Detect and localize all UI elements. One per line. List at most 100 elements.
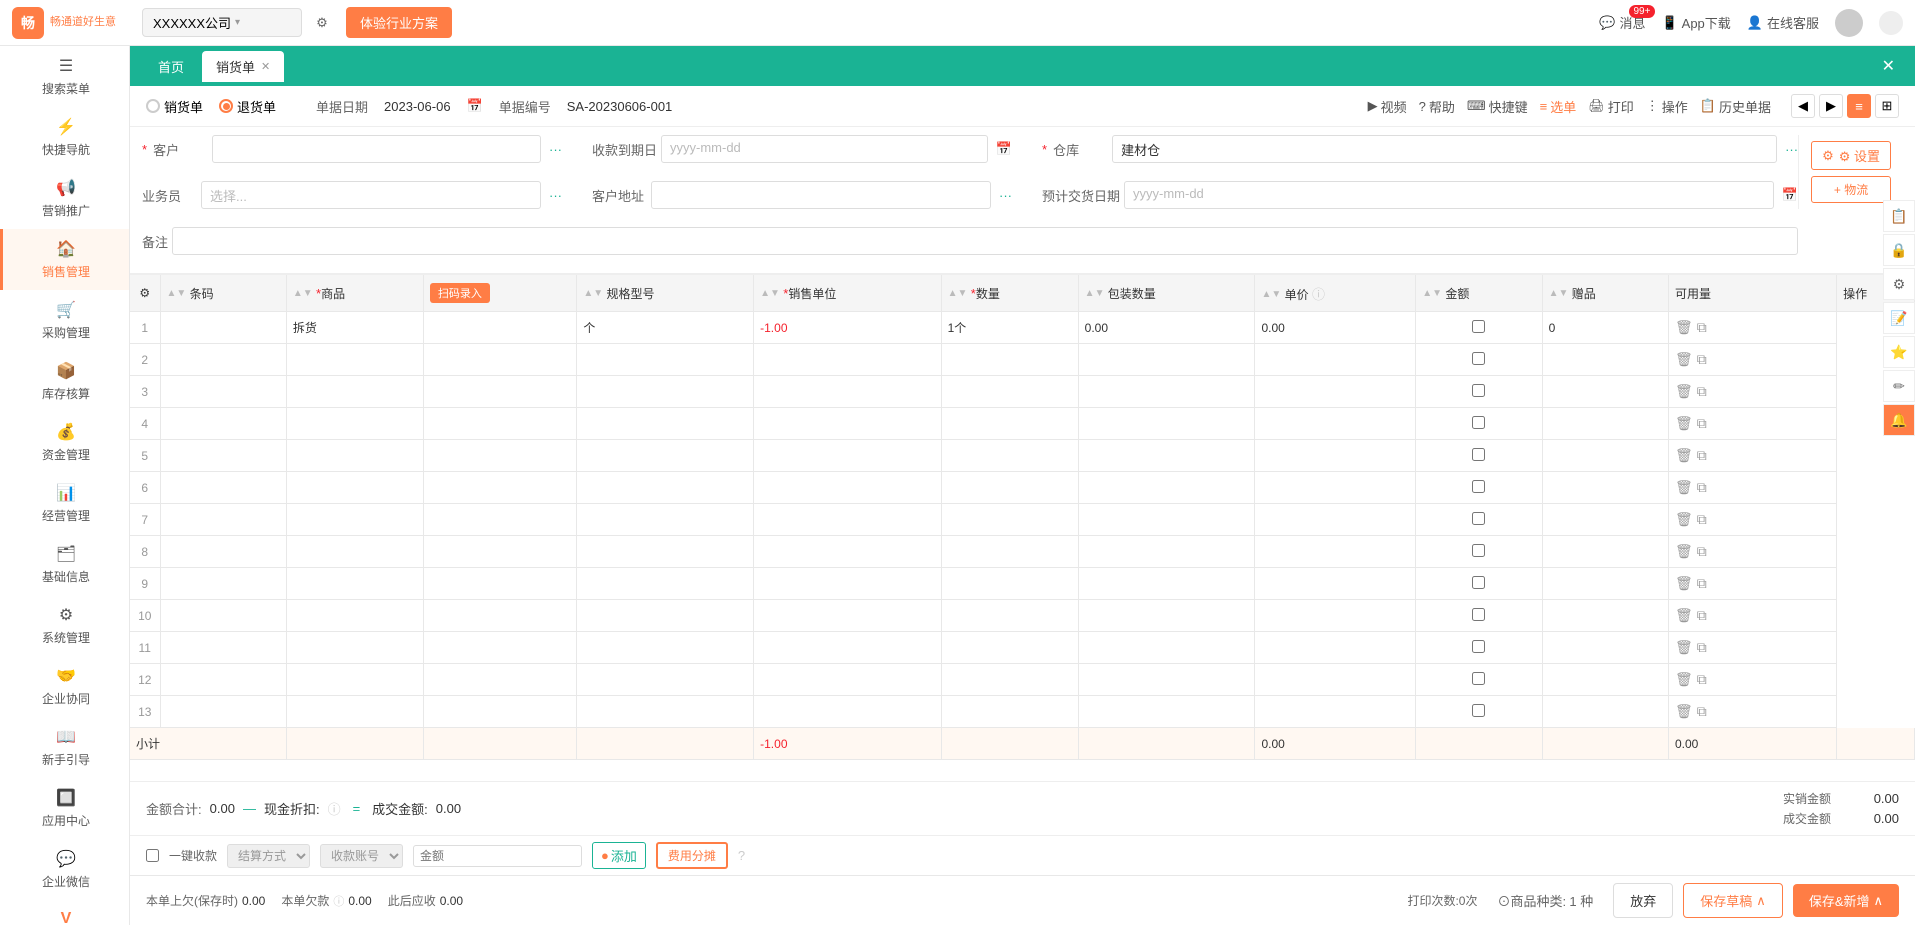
customer-input[interactable] xyxy=(212,135,541,163)
gift-checkbox[interactable] xyxy=(1472,576,1485,589)
delete-row-icon[interactable]: 🗑 xyxy=(1675,639,1693,656)
gift-cell[interactable] xyxy=(1416,312,1542,344)
customer-select-icon[interactable]: ··· xyxy=(549,142,562,157)
sidebar-item-inventory[interactable]: 📦 库存核算 xyxy=(0,351,129,412)
copy-row-icon[interactable]: ⧉ xyxy=(1697,703,1707,720)
float-clipboard-button[interactable]: 📋 xyxy=(1883,200,1915,232)
payment-account-select[interactable]: 收款账号 xyxy=(320,844,403,868)
copy-row-icon[interactable]: ⧉ xyxy=(1697,511,1707,528)
payment-method-select[interactable]: 结算方式 xyxy=(227,844,310,868)
copy-row-icon[interactable]: ⧉ xyxy=(1697,415,1707,432)
app-download-button[interactable]: 📱 App下载 xyxy=(1661,13,1730,32)
print-action[interactable]: 🖨 打印 xyxy=(1588,97,1634,116)
sort-amount-icon[interactable]: ▲▼ xyxy=(1422,289,1442,299)
one-click-payment-checkbox[interactable] xyxy=(146,849,159,862)
sidebar-item-system[interactable]: ⚙ 系统管理 xyxy=(0,595,129,656)
sidebar-item-finance[interactable]: 💰 资金管理 xyxy=(0,412,129,473)
copy-row-icon[interactable]: ⧉ xyxy=(1697,671,1707,688)
ops-action[interactable]: ⋮ 操作 xyxy=(1646,97,1688,116)
expense-help-icon[interactable]: ? xyxy=(738,848,745,863)
settings-button[interactable]: ⚙ ⚙ 设置 xyxy=(1811,141,1891,170)
gift-checkbox[interactable] xyxy=(1472,704,1485,717)
delete-row-icon[interactable]: 🗑 xyxy=(1675,703,1693,720)
sort-pkg-icon[interactable]: ▲▼ xyxy=(1085,289,1105,299)
spec-cell[interactable] xyxy=(423,312,576,344)
amount-cell[interactable]: 0.00 xyxy=(1255,312,1416,344)
payment-amount-input[interactable] xyxy=(413,845,582,867)
warehouse-select-icon[interactable]: ··· xyxy=(1785,142,1798,157)
close-all-tabs-button[interactable]: ✕ xyxy=(1882,56,1895,76)
sidebar-item-quick-nav[interactable]: ⚡ 快捷导航 xyxy=(0,107,129,168)
collection-date-calendar-icon[interactable]: 📅 xyxy=(996,141,1012,157)
delete-row-icon[interactable]: 🗑 xyxy=(1675,351,1693,368)
company-settings-icon[interactable]: ⚙ xyxy=(308,9,336,37)
tab-home[interactable]: 首页 xyxy=(142,49,200,84)
sort-product-icon[interactable]: ▲▼ xyxy=(293,289,313,299)
barcode-cell[interactable] xyxy=(160,312,286,344)
owe-info-icon[interactable]: ⓘ xyxy=(333,893,344,909)
delete-row-icon[interactable]: 🗑 xyxy=(1675,575,1693,592)
delete-row-icon[interactable]: 🗑 xyxy=(1675,447,1693,464)
float-lock-button[interactable]: 🔒 xyxy=(1883,234,1915,266)
copy-row-icon[interactable]: ⧉ xyxy=(1697,351,1707,368)
sidebar-item-operations[interactable]: 📊 经营管理 xyxy=(0,473,129,534)
radio-return-order[interactable]: 退货单 xyxy=(219,97,276,116)
gift-checkbox[interactable] xyxy=(1472,544,1485,557)
gift-checkbox[interactable] xyxy=(1472,480,1485,493)
sort-spec-icon[interactable]: ▲▼ xyxy=(583,289,603,299)
float-settings-button[interactable]: ⚙ xyxy=(1883,268,1915,300)
gift-checkbox[interactable] xyxy=(1472,320,1485,333)
sidebar-item-appstore[interactable]: 🔲 应用中心 xyxy=(0,778,129,839)
sidebar-item-sales[interactable]: 🏠 销售管理 xyxy=(0,229,129,290)
delete-row-icon[interactable]: 🗑 xyxy=(1675,479,1693,496)
sort-barcode-icon[interactable]: ▲▼ xyxy=(167,289,187,299)
sort-unit-icon[interactable]: ▲▼ xyxy=(760,289,780,299)
save-new-button[interactable]: 保存&新增 ∧ xyxy=(1793,884,1899,917)
gift-checkbox[interactable] xyxy=(1472,416,1485,429)
sort-qty-icon[interactable]: ▲▼ xyxy=(948,289,968,299)
radio-sales-order[interactable]: 销货单 xyxy=(146,97,203,116)
messages-button[interactable]: 💬 消息 99+ xyxy=(1599,13,1645,32)
sidebar-item-guide[interactable]: 📖 新手引导 xyxy=(0,717,129,778)
gift-checkbox[interactable] xyxy=(1472,512,1485,525)
shortcut-action[interactable]: ⌨ 快捷键 xyxy=(1467,97,1528,116)
online-service-button[interactable]: 👤 在线客服 xyxy=(1747,13,1819,32)
video-action[interactable]: ▶ 视频 xyxy=(1368,97,1407,116)
salesperson-input[interactable]: 选择... xyxy=(201,181,541,209)
gift-checkbox[interactable] xyxy=(1472,672,1485,685)
add-payment-button[interactable]: ● 添加 xyxy=(592,842,646,869)
date-calendar-icon[interactable]: 📅 xyxy=(467,98,483,114)
copy-row-icon[interactable]: ⧉ xyxy=(1697,575,1707,592)
trial-button[interactable]: 体验行业方案 xyxy=(346,7,452,38)
sidebar-item-wechat[interactable]: 💬 企业微信 xyxy=(0,839,129,900)
next-record-button[interactable]: ▶ xyxy=(1819,94,1843,118)
gift-checkbox[interactable] xyxy=(1472,352,1485,365)
gift-checkbox[interactable] xyxy=(1472,640,1485,653)
delivery-date-input[interactable]: yyyy-mm-dd xyxy=(1124,181,1774,209)
delete-row-icon[interactable]: 🗑 xyxy=(1675,671,1693,688)
delete-row-icon[interactable]: 🗑 xyxy=(1675,415,1693,432)
avatar[interactable] xyxy=(1835,9,1863,37)
pkg-qty-cell[interactable]: 1个 xyxy=(941,312,1078,344)
th-settings[interactable]: ⚙ xyxy=(130,275,160,312)
delivery-date-calendar-icon[interactable]: 📅 xyxy=(1782,187,1798,203)
sidebar-item-enterprise[interactable]: 🤝 企业协同 xyxy=(0,656,129,717)
collection-date-input[interactable]: yyyy-mm-dd xyxy=(661,135,988,163)
save-draft-button[interactable]: 保存草稿 ∧ xyxy=(1683,883,1783,918)
price-info-icon[interactable]: ⓘ xyxy=(1312,287,1325,302)
delete-row-icon[interactable]: 🗑 xyxy=(1675,383,1693,400)
warehouse-input[interactable]: 建材仓 xyxy=(1112,135,1777,163)
float-star-button[interactable]: ⭐ xyxy=(1883,336,1915,368)
sidebar-item-search[interactable]: ☰ 搜索菜单 xyxy=(0,46,129,107)
scan-button[interactable]: 扫码录入 xyxy=(430,283,490,303)
sidebar-item-purchase[interactable]: 🛒 采购管理 xyxy=(0,290,129,351)
sidebar-item-marketing[interactable]: 📢 营销推广 xyxy=(0,168,129,229)
history-action[interactable]: 📋 历史单据 xyxy=(1700,97,1771,116)
delete-row-icon[interactable]: 🗑 xyxy=(1675,511,1693,528)
gift-checkbox[interactable] xyxy=(1472,608,1485,621)
qty-cell[interactable]: -1.00 xyxy=(754,312,941,344)
sort-gift-icon[interactable]: ▲▼ xyxy=(1549,289,1569,299)
logistics-button[interactable]: + 物流 xyxy=(1811,176,1891,203)
copy-row-icon[interactable]: ⧉ xyxy=(1697,543,1707,560)
expense-split-button[interactable]: 费用分摊 xyxy=(656,842,728,869)
